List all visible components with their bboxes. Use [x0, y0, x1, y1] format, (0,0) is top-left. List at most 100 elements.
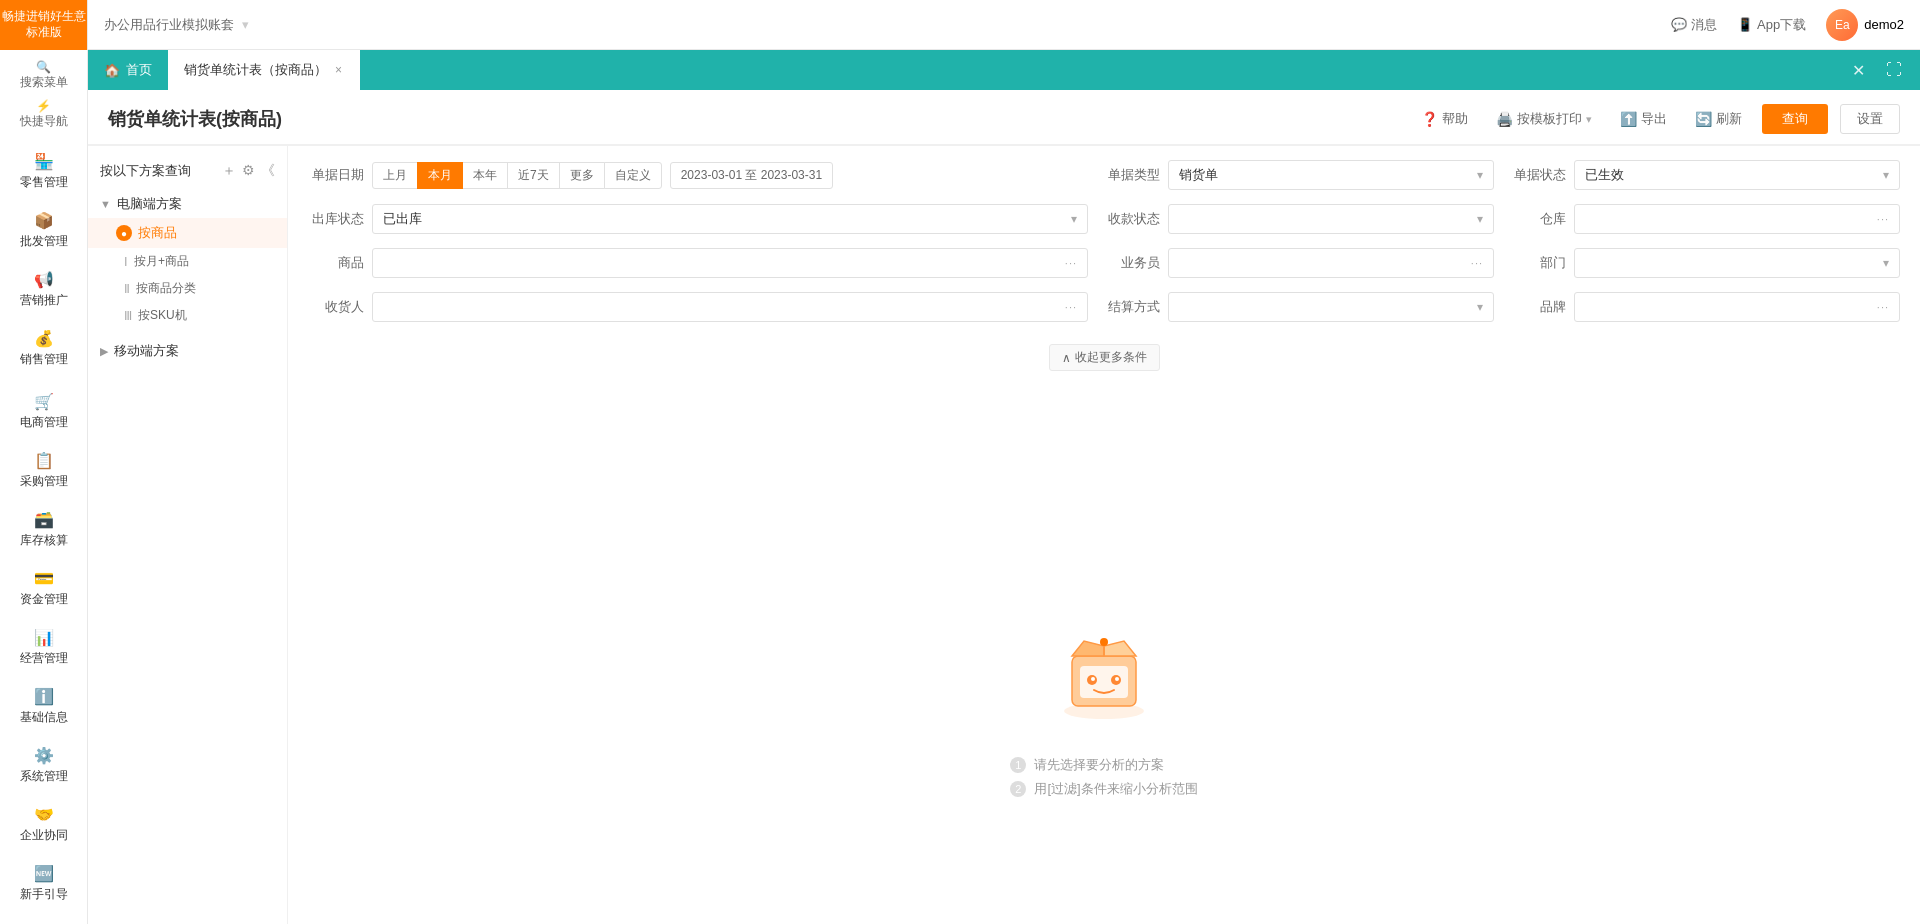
tip-num-1: 1 [1010, 757, 1026, 773]
tab-bar: 🏠 首页 销货单统计表（按商品） × ✕ ⛶ [88, 50, 1920, 90]
dept-select[interactable]: ▾ [1574, 248, 1900, 278]
date-range-input[interactable]: 2023-03-01 至 2023-03-31 [670, 162, 833, 189]
status-label: 单据状态 [1510, 166, 1566, 184]
type-arrow-icon: ▾ [1477, 168, 1483, 182]
dept-arrow: ▾ [1883, 256, 1889, 270]
scheme-item-by-sku[interactable]: Ⅲ 按SKU机 [88, 302, 287, 329]
scheme-collapse-btn[interactable]: 《 [261, 162, 275, 180]
app-logo: 畅捷进销好生意 标准版 [0, 0, 87, 50]
payment-status-select[interactable]: ▾ [1168, 204, 1494, 234]
scheme-settings-btn[interactable]: ⚙ [242, 162, 255, 180]
print-icon: 🖨️ [1496, 111, 1513, 127]
help-btn[interactable]: ❓ 帮助 [1413, 106, 1476, 132]
search-menu[interactable]: 🔍 搜索菜单 [0, 50, 87, 97]
scheme-group-mobile: ▶ 移动端方案 [88, 333, 287, 369]
breadcrumb: 办公用品行业模拟账套 ▾ [104, 16, 1671, 34]
tab-close-all-btn[interactable]: ✕ [1844, 56, 1872, 84]
sidebar-item-guide[interactable]: 🆕 新手引导 [0, 854, 87, 913]
date-pill-last7days[interactable]: 近7天 [507, 162, 560, 189]
filter-row-2: 出库状态 已出库 ▾ 收款状态 ▾ [308, 204, 1900, 234]
sidebar-item-finance[interactable]: 💳 资金管理 [0, 559, 87, 618]
refresh-btn[interactable]: 🔄 刷新 [1687, 106, 1750, 132]
filter-row-1: 单据日期 上月 本月 本年 近7天 更多 自定义 20 [308, 160, 1900, 190]
scheme-group-pc-title[interactable]: ▼ 电脑端方案 [88, 190, 287, 218]
tab-expand-btn[interactable]: ⛶ [1880, 56, 1908, 84]
template-print-btn[interactable]: 🖨️ 按模板打印 ▾ [1488, 106, 1600, 132]
filter-row-3: 商品 ··· 业务员 ··· [308, 248, 1900, 278]
scheme-group-pc: ▼ 电脑端方案 ● 按商品 Ⅰ 按月+商品 Ⅱ 按商品分类 [88, 186, 287, 333]
svg-point-6 [1115, 677, 1119, 681]
tab-stats[interactable]: 销货单统计表（按商品） × [168, 50, 360, 90]
quick-nav[interactable]: ⚡ 快捷导航 [0, 97, 87, 138]
brand-label: 品牌 [1510, 298, 1566, 316]
scheme-add-btn[interactable]: ＋ [222, 162, 236, 180]
query-button[interactable]: 查询 [1762, 104, 1828, 134]
tab-close-btn[interactable]: × [333, 61, 344, 79]
app-download-btn[interactable]: 📱 App下载 [1737, 16, 1806, 34]
settings-button[interactable]: 设置 [1840, 104, 1900, 134]
date-pill-more[interactable]: 更多 [559, 162, 605, 189]
tip-num-2: 2 [1010, 781, 1026, 797]
filter-warehouse-status: 出库状态 已出库 ▾ [308, 204, 1088, 234]
right-panel: 单据日期 上月 本月 本年 近7天 更多 自定义 20 [288, 146, 1920, 924]
type-select[interactable]: 销货单 ▾ [1168, 160, 1494, 190]
collapse-btn[interactable]: ∧ 收起更多条件 [1049, 344, 1160, 371]
sidebar-item-purchase[interactable]: 📋 采购管理 [0, 441, 87, 500]
sidebar-item-inventory[interactable]: 🗃️ 库存核算 [0, 500, 87, 559]
sidebar-item-apps[interactable]: 🔲 应用中心 [0, 913, 87, 924]
guide-icon: 🆕 [34, 864, 54, 883]
scheme-group-mobile-title[interactable]: ▶ 移动端方案 [88, 337, 287, 365]
date-pill-this-year[interactable]: 本年 [462, 162, 508, 189]
sidebar-item-marketing[interactable]: 📢 营销推广 [0, 260, 87, 319]
empty-illustration [1044, 616, 1164, 736]
date-pills: 上月 本月 本年 近7天 更多 自定义 [372, 162, 662, 189]
filter-area: 单据日期 上月 本月 本年 近7天 更多 自定义 20 [288, 146, 1920, 489]
filter-payment-status: 收款状态 ▾ [1104, 204, 1494, 234]
empty-tip-1: 1 请先选择要分析的方案 [1010, 756, 1197, 774]
breadcrumb-arrow: ▾ [242, 17, 249, 32]
sidebar-item-wholesale[interactable]: 📦 批发管理 [0, 201, 87, 260]
sidebar-item-corp[interactable]: 🤝 企业协同 [0, 795, 87, 854]
payment-method-arrow: ▾ [1477, 300, 1483, 314]
payment-method-select[interactable]: ▾ [1168, 292, 1494, 322]
avatar: Ea [1826, 9, 1858, 41]
scheme-panel-actions: ＋ ⚙ 《 [222, 162, 275, 180]
scheme-item-by-product[interactable]: ● 按商品 [88, 218, 287, 248]
svg-point-8 [1100, 638, 1108, 646]
export-btn[interactable]: ⬆️ 导出 [1612, 106, 1675, 132]
scheme-item-by-month-product[interactable]: Ⅰ 按月+商品 [88, 248, 287, 275]
user-menu[interactable]: Ea demo2 [1826, 9, 1904, 41]
sidebar-item-system[interactable]: ⚙️ 系统管理 [0, 736, 87, 795]
payment-status-label: 收款状态 [1104, 210, 1160, 228]
date-pill-this-month[interactable]: 本月 [417, 162, 463, 189]
filter-status: 单据状态 已生效 ▾ [1510, 160, 1900, 190]
receiver-select[interactable]: ··· [372, 292, 1088, 322]
product-more-icon: ··· [1065, 257, 1077, 269]
sidebar-item-basic[interactable]: ℹ️ 基础信息 [0, 677, 87, 736]
warehouse-select[interactable]: ··· [1574, 204, 1900, 234]
brand-more-icon: ··· [1877, 301, 1889, 313]
scheme-panel: 按以下方案查询 ＋ ⚙ 《 ▼ 电脑端方案 ● 按商品 [88, 146, 288, 924]
warehouse-status-select[interactable]: 已出库 ▾ [372, 204, 1088, 234]
brand-select[interactable]: ··· [1574, 292, 1900, 322]
date-pill-last-month[interactable]: 上月 [372, 162, 418, 189]
product-select[interactable]: ··· [372, 248, 1088, 278]
sidebar-item-operations[interactable]: 📊 经营管理 [0, 618, 87, 677]
page-title-row: 销货单统计表(按商品) ❓ 帮助 🖨️ 按模板打印 ▾ ⬆️ 导出 [108, 104, 1900, 134]
sidebar: 畅捷进销好生意 标准版 🔍 搜索菜单 ⚡ 快捷导航 🏪 零售管理 📦 批发管理 … [0, 0, 88, 924]
message-btn[interactable]: 💬 消息 [1671, 16, 1717, 34]
date-pill-custom[interactable]: 自定义 [604, 162, 662, 189]
salesperson-select[interactable]: ··· [1168, 248, 1494, 278]
sidebar-item-ecom[interactable]: 🛒 电商管理 [0, 382, 87, 441]
breadcrumb-text: 办公用品行业模拟账套 [104, 16, 234, 34]
tab-home[interactable]: 🏠 首页 [88, 50, 168, 90]
status-select[interactable]: 已生效 ▾ [1574, 160, 1900, 190]
sidebar-item-retail[interactable]: 🏪 零售管理 [0, 142, 87, 201]
message-icon: 💬 [1671, 17, 1687, 32]
inventory-icon: 🗃️ [34, 510, 54, 529]
main-area: 办公用品行业模拟账套 ▾ 💬 消息 📱 App下载 Ea demo2 🏠 首页 [88, 0, 1920, 924]
sidebar-item-sales[interactable]: 💰 销售管理 [0, 319, 87, 378]
filter-date: 单据日期 上月 本月 本年 近7天 更多 自定义 20 [308, 162, 1088, 189]
scheme-item-by-product-category[interactable]: Ⅱ 按商品分类 [88, 275, 287, 302]
filter-brand: 品牌 ··· [1510, 292, 1900, 322]
